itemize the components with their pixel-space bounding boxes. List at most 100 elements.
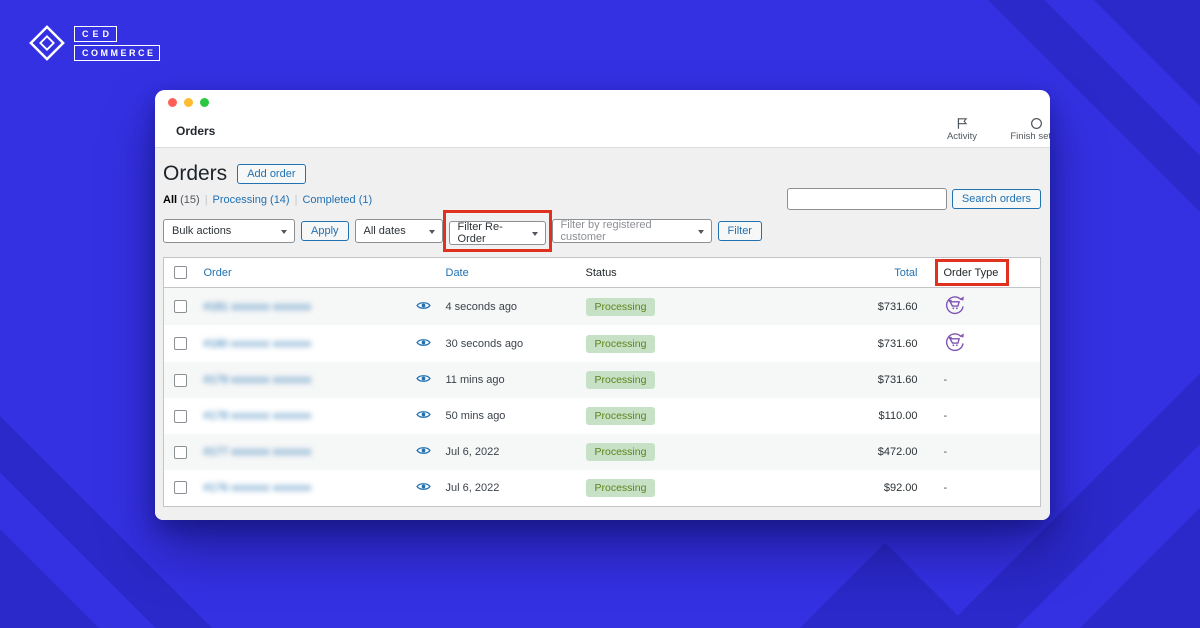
search-orders-input[interactable]	[786, 188, 947, 210]
status-badge: Processing	[585, 478, 656, 497]
status-badge: Processing	[585, 297, 656, 316]
table-row: #181 xxxxxxx xxxxxxx 4 seconds ago Proce…	[163, 287, 1041, 325]
column-header-order[interactable]: Order	[197, 257, 410, 288]
order-date: Jul 6, 2022	[439, 434, 580, 470]
heading-row: Orders Add order	[163, 162, 1041, 186]
table-row: #176 xxxxxxx xxxxxxx Jul 6, 2022 Process…	[164, 470, 1041, 506]
preview-eye-icon[interactable]	[415, 481, 431, 495]
order-link[interactable]: #180 xxxxxxx xxxxxxx	[204, 338, 312, 350]
column-header-preview	[409, 257, 440, 288]
order-total: $731.60	[877, 337, 918, 350]
row-checkbox[interactable]	[174, 409, 187, 423]
filter-button[interactable]: Filter	[717, 221, 762, 241]
table-row: #178 xxxxxxx xxxxxxx 50 mins ago Process…	[164, 398, 1041, 434]
order-link[interactable]: #177 xxxxxxx xxxxxxx	[204, 446, 312, 458]
customer-filter-select[interactable]: Filter by registered customer	[551, 219, 712, 243]
row-checkbox[interactable]	[174, 445, 187, 459]
order-date: 30 seconds ago	[445, 337, 524, 350]
column-header-order-type: Order Type	[923, 257, 1041, 288]
dates-select[interactable]: All dates	[354, 219, 443, 243]
order-date: Jul 6, 2022	[445, 481, 500, 494]
chevron-down-icon	[531, 232, 538, 236]
order-date: 4 seconds ago	[439, 287, 580, 325]
order-type-empty: -	[943, 481, 948, 494]
select-all-checkbox[interactable]	[174, 266, 187, 279]
page-title: Orders	[163, 162, 228, 185]
chevron-down-icon	[428, 230, 435, 234]
toolbar-actions: Activity Finish setup	[932, 117, 1050, 142]
preview-eye-icon[interactable]	[415, 300, 431, 314]
reorder-cart-icon[interactable]	[944, 331, 966, 356]
reorder-cart-icon[interactable]	[944, 294, 966, 319]
status-badge: Processing	[585, 371, 656, 389]
table-row: #179 xxxxxxx xxxxxxx 11 mins ago Process…	[163, 362, 1041, 398]
brand-line1: CED	[74, 25, 118, 42]
activity-label: Activity	[946, 131, 978, 142]
status-badge: Processing	[585, 407, 656, 425]
order-link[interactable]: #179 xxxxxxx xxxxxxx	[204, 374, 312, 386]
cedcommerce-logo: CED COMMERCE	[28, 24, 160, 62]
preview-eye-icon[interactable]	[415, 409, 431, 423]
search-area: Search orders	[786, 188, 1041, 210]
column-header-total[interactable]: Total	[831, 257, 924, 288]
filter-controls: Bulk actions Apply All dates Filter Re-O…	[163, 210, 1041, 252]
chevron-down-icon	[697, 230, 704, 234]
close-window-dot[interactable]	[168, 97, 177, 107]
order-total: $731.60	[877, 300, 918, 313]
preview-eye-icon[interactable]	[415, 337, 431, 351]
row-checkbox[interactable]	[174, 300, 187, 313]
column-header-date[interactable]: Date	[439, 257, 580, 288]
circle-progress-icon	[1030, 118, 1042, 129]
flag-icon	[957, 118, 967, 129]
order-date: 11 mins ago	[439, 362, 580, 398]
status-badge: Processing	[585, 334, 656, 353]
reorder-filter-select[interactable]: Filter Re-Order	[448, 221, 546, 245]
zoom-window-dot[interactable]	[200, 97, 209, 107]
search-orders-button[interactable]: Search orders	[951, 189, 1041, 209]
table-row: #180 xxxxxxx xxxxxxx 30 seconds ago Proc…	[164, 325, 1041, 362]
view-processing[interactable]: Processing (14)	[213, 194, 290, 206]
toolbar-title: Orders	[176, 123, 216, 138]
row-checkbox[interactable]	[174, 337, 187, 350]
admin-toolbar: Orders Activity Finish setup	[155, 114, 1050, 148]
orders-table: Order Date Status Total Order Type #181 …	[163, 257, 1041, 507]
diamond-logo-icon	[29, 25, 65, 61]
column-header-status: Status	[579, 257, 832, 288]
order-type-empty: -	[943, 374, 948, 386]
brand-line2: COMMERCE	[74, 44, 160, 61]
apply-button[interactable]: Apply	[301, 221, 349, 241]
add-order-button[interactable]: Add order	[237, 164, 306, 184]
row-checkbox[interactable]	[174, 481, 187, 495]
reorder-filter-highlight-wrap: Filter Re-Order	[442, 210, 552, 252]
brand-text: CED COMMERCE	[74, 25, 160, 61]
order-total: $110.00	[878, 410, 918, 422]
order-total: $731.60	[877, 374, 918, 386]
preview-eye-icon[interactable]	[415, 373, 431, 387]
view-completed[interactable]: Completed (1)	[302, 194, 372, 206]
browser-window: Orders Activity Finish setup	[155, 90, 1050, 520]
view-separator: |	[204, 194, 208, 206]
bulk-actions-select[interactable]: Bulk actions	[163, 219, 295, 243]
preview-eye-icon[interactable]	[415, 445, 431, 459]
orders-page: Orders Add order All (15) | Processing (…	[155, 148, 1050, 520]
order-type-empty: -	[943, 446, 948, 458]
chevron-down-icon	[281, 230, 287, 234]
table-header-row: Order Date Status Total Order Type	[163, 257, 1041, 288]
view-separator: |	[294, 194, 298, 206]
page-background: CED COMMERCE Orders Activity Finish se O…	[0, 0, 1200, 628]
order-link[interactable]: #181 xxxxxxx xxxxxxx	[204, 301, 312, 313]
order-link[interactable]: #178 xxxxxxx xxxxxxx	[204, 410, 312, 422]
view-all[interactable]: All (15)	[163, 194, 200, 206]
window-titlebar	[155, 90, 1050, 114]
order-total: $472.00	[877, 446, 918, 458]
order-link[interactable]: #176 xxxxxxx xxxxxxx	[204, 482, 312, 494]
order-type-empty: -	[943, 410, 948, 422]
minimize-window-dot[interactable]	[184, 97, 193, 107]
table-row: #177 xxxxxxx xxxxxxx Jul 6, 2022 Process…	[163, 434, 1041, 470]
status-badge: Processing	[585, 443, 656, 461]
row-checkbox[interactable]	[174, 373, 187, 387]
order-total: $92.00	[883, 481, 918, 494]
order-date: 50 mins ago	[445, 410, 506, 422]
activity-button[interactable]: Activity	[932, 117, 992, 142]
finish-setup-button[interactable]: Finish setup	[1006, 117, 1050, 142]
